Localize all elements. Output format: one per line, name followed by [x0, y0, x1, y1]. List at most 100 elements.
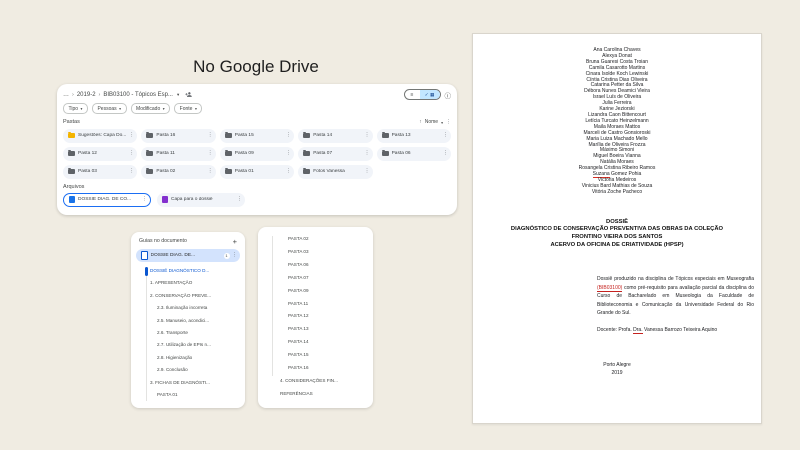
outline-item[interactable]: PASTA 15	[258, 349, 373, 362]
outline-item[interactable]: 2.8. Higienização	[131, 352, 245, 364]
breadcrumb-ellipsis[interactable]: …	[63, 92, 69, 98]
document-year: 2019	[611, 370, 623, 377]
chevron-down-icon[interactable]: ▾	[441, 120, 443, 125]
more-options-icon[interactable]: ⋮	[208, 169, 213, 174]
chevron-down-icon: ▾	[194, 107, 197, 111]
outline-item[interactable]: 2.9. Conclusão	[131, 364, 245, 376]
folder-name: Fotos Vanessa	[313, 169, 345, 174]
outline-item[interactable]: PASTA 12	[258, 310, 373, 323]
more-options-icon[interactable]: ⋮	[365, 169, 370, 174]
more-options-icon[interactable]: ⋮	[237, 197, 242, 202]
folder-card[interactable]: Fotos Vanessa ⋮	[298, 164, 373, 179]
file-card[interactable]: DOSSIÊ DIAG. DE CO... ⋮	[63, 192, 151, 207]
outline-item[interactable]: 2.7. Utilização de EPIs n...	[131, 339, 245, 351]
outline-item[interactable]: PASTA 07	[258, 272, 373, 285]
folder-card[interactable]: Sugestões: Capa Do... ⋮	[63, 128, 138, 143]
folder-card[interactable]: Pasta 01 ⋮	[219, 164, 295, 179]
more-options-icon[interactable]: ⋮	[286, 169, 291, 174]
outline-item[interactable]: PASTA 16	[258, 362, 373, 375]
layout-toggle[interactable]: ≡ ✓ ▦	[403, 89, 441, 100]
file-card[interactable]: Capa para o dossiê ⋮	[157, 192, 245, 207]
folder-card[interactable]: Pasta 02 ⋮	[141, 164, 216, 179]
folder-name: Pasta 12	[78, 151, 97, 156]
more-options-icon[interactable]: ⋮	[443, 151, 448, 156]
outline-item[interactable]: PASTA 06	[258, 259, 373, 272]
folder-icon	[146, 149, 154, 156]
outline-item[interactable]: 2.6. Transporte	[131, 327, 245, 339]
chevron-down-icon: ▾	[119, 107, 122, 111]
document-city: Porto Alegre	[603, 362, 631, 369]
breadcrumb-current[interactable]: BIB03100 - Tópicos Esp...	[103, 92, 173, 98]
view-controls: ≡ ✓ ▦ ⓘ	[403, 89, 452, 100]
files-section-label: Arquivos	[63, 183, 85, 190]
outline-item[interactable]: PASTA 01	[131, 389, 245, 401]
outline-item[interactable]: PASTA 03	[258, 246, 373, 259]
sort-label[interactable]: Nome	[425, 119, 438, 125]
folder-name: Pasta 01	[234, 169, 254, 174]
more-options-icon[interactable]: ⋮	[129, 169, 134, 174]
outline-item[interactable]: 2. CONSERVAÇÃO PREVE...	[131, 290, 245, 302]
slide-title: No Google Drive	[193, 57, 319, 76]
more-options-icon[interactable]: ⋮	[129, 151, 134, 156]
file-type-icon	[69, 196, 75, 203]
outline-item[interactable]: 3. FICHAS DE DIAGNÓSTI...	[131, 377, 245, 389]
more-options-icon[interactable]: ⋮	[365, 133, 370, 138]
folder-name: Pasta 09	[234, 151, 254, 156]
folder-icon	[303, 167, 311, 174]
folder-card[interactable]: Pasta 16 ⋮	[141, 128, 216, 143]
outline-item[interactable]: PASTA 02	[258, 233, 373, 246]
document-docente-line: Docente: Profa. Dra. Vanessa Barrozo Tei…	[597, 326, 754, 335]
filter-chip[interactable]: Tipo ▾	[63, 103, 88, 114]
list-view-icon[interactable]: ≡	[405, 90, 420, 99]
outline-item[interactable]: PASTA 11	[258, 298, 373, 311]
folder-card[interactable]: Pasta 03 ⋮	[63, 164, 138, 179]
outline-item[interactable]: 2.3. Iluminação incorreta	[131, 302, 245, 314]
more-options-icon[interactable]: ⋮	[443, 133, 448, 138]
folder-card[interactable]: Pasta 11 ⋮	[141, 146, 216, 161]
filter-chip-label: Modificado	[136, 105, 161, 112]
outline-item[interactable]: DOSSIÊ DIAGNÓSTICO D...	[131, 265, 245, 277]
filter-chip-label: Tipo	[68, 105, 79, 112]
outline-item[interactable]: 2.5. Manuseio, acondici...	[131, 315, 245, 327]
outline-item[interactable]: PASTA 13	[258, 323, 373, 336]
grid-view-selected[interactable]: ✓ ▦	[419, 90, 440, 99]
outline-item[interactable]: REFERÊNCIAS	[258, 388, 373, 401]
outline-item[interactable]: PASTA 14	[258, 336, 373, 349]
folder-card[interactable]: Pasta 06 ⋮	[376, 146, 451, 161]
folder-icon	[303, 131, 311, 138]
more-options-icon[interactable]: ⋮	[286, 133, 291, 138]
grid-view-icon: ▦	[430, 91, 435, 97]
folder-menu-caret-icon[interactable]: ▾	[177, 92, 179, 98]
folder-card[interactable]: Pasta 13 ⋮	[376, 128, 451, 143]
more-options-icon[interactable]: ⋮	[129, 133, 134, 138]
folder-card[interactable]: Pasta 07 ⋮	[298, 146, 373, 161]
more-options-icon[interactable]: ⋮	[208, 151, 213, 156]
folder-icon	[381, 131, 389, 138]
more-options-icon[interactable]: ⋮	[365, 151, 370, 156]
filter-chip[interactable]: Pessoas ▾	[91, 103, 127, 114]
document-title-line: FRONTINO VIEIRA DOS SANTOS	[571, 234, 663, 241]
sort-direction-icon[interactable]: ↑	[419, 119, 422, 125]
outline-item[interactable]: 4. CONSIDERAÇÕES FIN...	[258, 375, 373, 388]
more-options-icon[interactable]: ⋮	[286, 151, 291, 156]
more-options-icon[interactable]: ⋮	[208, 133, 213, 138]
outline-item[interactable]: 1. APRESENTAÇÃO	[131, 277, 245, 289]
breadcrumb-parent[interactable]: 2019-2	[77, 92, 96, 98]
filter-chip[interactable]: Modificado ▾	[130, 103, 171, 114]
folder-card[interactable]: Pasta 09 ⋮	[219, 146, 295, 161]
folder-card[interactable]: Pasta 14 ⋮	[298, 128, 373, 143]
more-options-icon[interactable]: ⋮	[142, 197, 147, 202]
doc-outline-list: DOSSIÊ DIAGNÓSTICO D... 1. APRESENTAÇÃO 2.…	[131, 265, 245, 402]
more-options-icon[interactable]: ⋮	[232, 253, 237, 258]
add-tab-icon[interactable]: +	[233, 237, 237, 245]
folder-card[interactable]: Pasta 12 ⋮	[63, 146, 138, 161]
folder-icon	[224, 149, 232, 156]
outline-item[interactable]: PASTA 09	[258, 285, 373, 298]
file-name: DOSSIÊ DIAG. DE CO...	[78, 197, 132, 202]
doc-tab-selected[interactable]: DOSSIÊ DIAG. DE... 1 ⋮	[136, 249, 240, 262]
details-icon[interactable]: ⓘ	[445, 90, 452, 100]
google-drive-window: … › 2019-2 › BIB03100 - Tópicos Esp... ▾…	[57, 84, 457, 215]
more-options-icon[interactable]: ⋮	[446, 119, 451, 125]
filter-chip[interactable]: Fonte ▾	[174, 103, 203, 114]
folder-card[interactable]: Pasta 15 ⋮	[219, 128, 295, 143]
